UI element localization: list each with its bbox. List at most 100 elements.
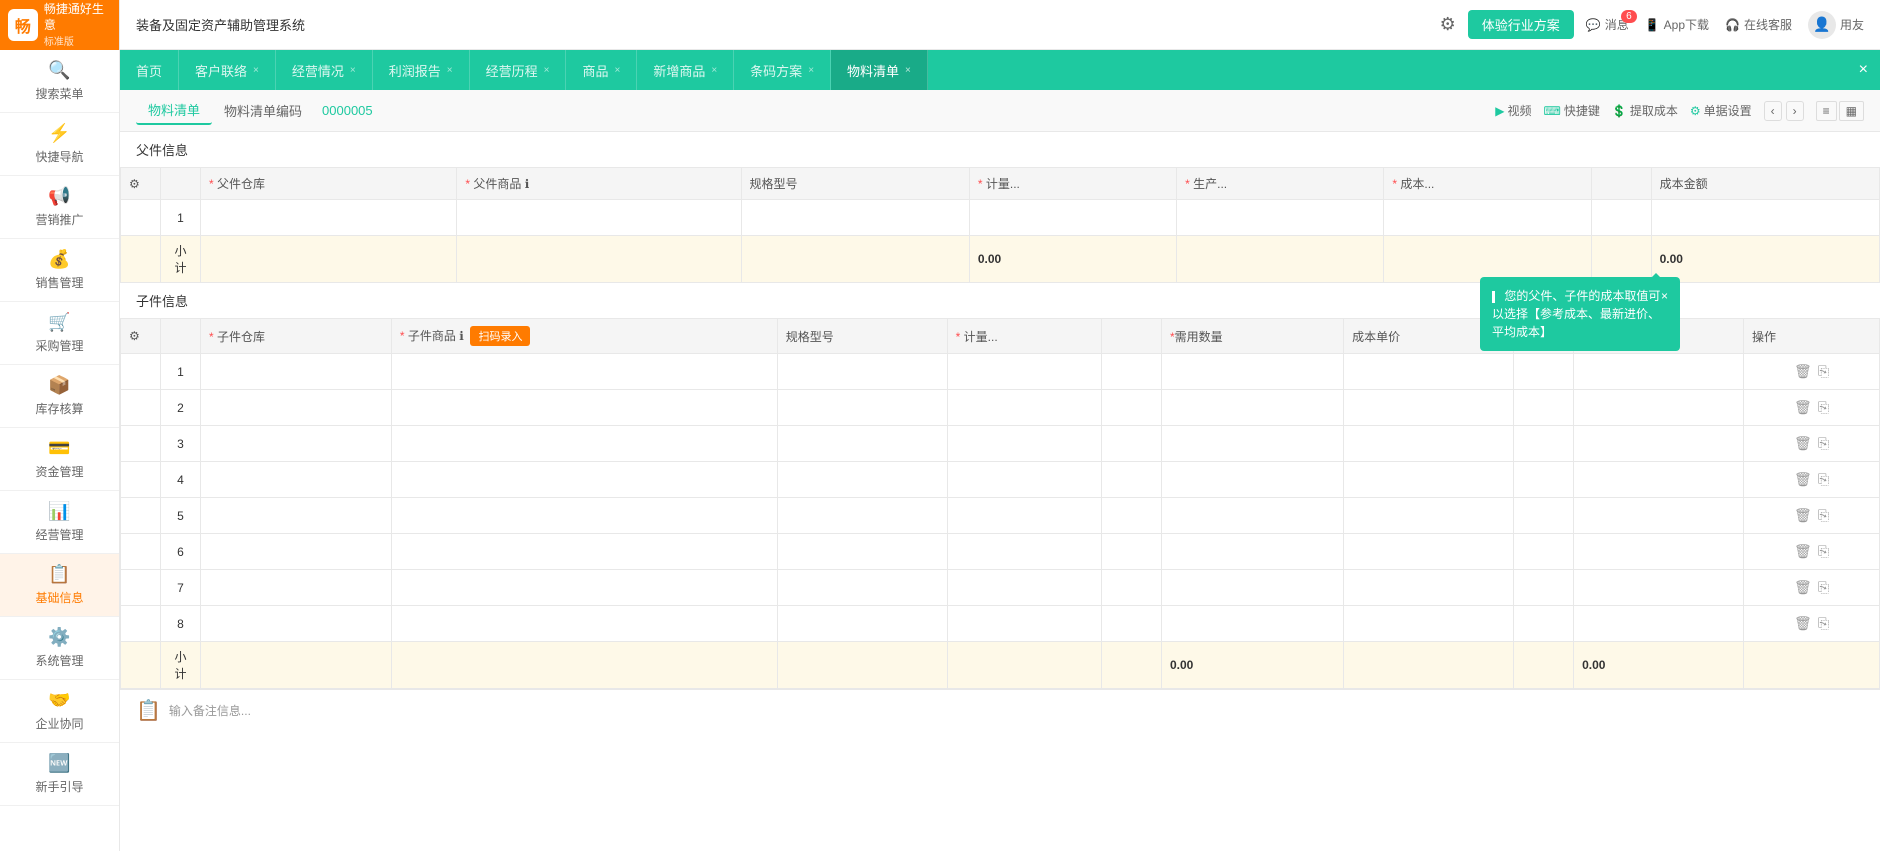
sidebar-item-search[interactable]: 🔍 搜索菜单 [0,50,119,113]
child-row1-copy-btn[interactable]: ⎘ [1818,363,1829,380]
child-row3-copy-btn[interactable]: ⎘ [1818,435,1829,452]
child-row1-product[interactable] [391,354,777,390]
child-row6-product[interactable] [391,534,777,570]
child-row3-warehouse[interactable] [201,426,392,462]
child-row5-unit[interactable] [947,498,1101,534]
child-row3-spec[interactable] [777,426,947,462]
trial-button[interactable]: 体验行业方案 [1468,10,1574,39]
sidebar-item-purchase[interactable]: 🛒 采购管理 [0,302,119,365]
user-btn[interactable]: 👤 用友 [1808,11,1864,39]
child-row6-warehouse[interactable] [201,534,392,570]
child-row4-qty[interactable] [1161,462,1343,498]
tab-business[interactable]: 经营情况 × [276,50,373,90]
child-row7-copy-btn[interactable]: ⎘ [1818,579,1829,596]
scan-input-btn[interactable]: 扫码录入 [470,326,530,346]
child-row2-unit-cost[interactable] [1344,390,1514,426]
sidebar-item-quick-nav[interactable]: ⚡ 快捷导航 [0,113,119,176]
child-row4-copy-btn[interactable]: ⎘ [1818,471,1829,488]
child-row4-spec[interactable] [777,462,947,498]
child-row7-spec[interactable] [777,570,947,606]
child-row2-unit[interactable] [947,390,1101,426]
child-row8-product[interactable] [391,606,777,642]
child-row6-qty[interactable] [1161,534,1343,570]
settings-icon[interactable]: ⚙ [1440,14,1456,35]
child-row7-warehouse[interactable] [201,570,392,606]
child-row1-unit[interactable] [947,354,1101,390]
tab-bom[interactable]: 物料清单 × [831,50,928,90]
child-row8-unit-cost[interactable] [1344,606,1514,642]
tab-profit-close[interactable]: × [447,65,453,76]
child-row1-qty[interactable] [1161,354,1343,390]
child-row7-delete-btn[interactable]: 🗑 [1794,579,1812,596]
child-row5-delete-btn[interactable]: 🗑 [1794,507,1812,524]
view-list-btn[interactable]: ≡ [1816,101,1837,121]
single-settings-action[interactable]: ⚙ 单据设置 [1690,102,1752,119]
child-row6-unit[interactable] [947,534,1101,570]
child-row8-copy-btn[interactable]: ⎘ [1818,615,1829,632]
child-row1-delete-btn[interactable]: 🗑 [1794,363,1812,380]
child-row8-delete-btn[interactable]: 🗑 [1794,615,1812,632]
child-row2-warehouse[interactable] [201,390,392,426]
child-row3-unit-cost[interactable] [1344,426,1514,462]
child-row3-delete-btn[interactable]: 🗑 [1794,435,1812,452]
tooltip-close-btn[interactable]: × [1661,287,1668,305]
child-row3-unit[interactable] [947,426,1101,462]
nav-next-btn[interactable]: › [1786,101,1804,121]
child-row4-product[interactable] [391,462,777,498]
sidebar-item-sales[interactable]: 💰 销售管理 [0,239,119,302]
sidebar-item-marketing[interactable]: 📢 营销推广 [0,176,119,239]
child-row8-warehouse[interactable] [201,606,392,642]
sidebar-item-guide[interactable]: 🆕 新手引导 [0,743,119,806]
child-row7-product[interactable] [391,570,777,606]
child-row2-copy-btn[interactable]: ⎘ [1818,399,1829,416]
child-row3-qty[interactable] [1161,426,1343,462]
sidebar-item-inventory[interactable]: 📦 库存核算 [0,365,119,428]
cost-action[interactable]: 💲 提取成本 [1612,102,1678,119]
child-row5-copy-btn[interactable]: ⎘ [1818,507,1829,524]
parent-row1-cost[interactable] [1384,200,1591,236]
tab-customer-close[interactable]: × [253,65,259,76]
child-row1-warehouse[interactable] [201,354,392,390]
child-row5-warehouse[interactable] [201,498,392,534]
sidebar-item-finance[interactable]: 💳 资金管理 [0,428,119,491]
child-row4-unit[interactable] [947,462,1101,498]
child-row7-unit-cost[interactable] [1344,570,1514,606]
parent-row1-warehouse[interactable] [201,200,457,236]
child-row5-qty[interactable] [1161,498,1343,534]
sidebar-item-basic[interactable]: 📋 基础信息 [0,554,119,617]
child-row5-spec[interactable] [777,498,947,534]
child-row8-unit[interactable] [947,606,1101,642]
sidebar-item-system[interactable]: ⚙️ 系统管理 [0,617,119,680]
child-row5-unit-cost[interactable] [1344,498,1514,534]
tab-new-product[interactable]: 新增商品 × [637,50,734,90]
nav-prev-btn[interactable]: ‹ [1764,101,1782,121]
tab-barcode[interactable]: 条码方案 × [734,50,831,90]
child-row8-qty[interactable] [1161,606,1343,642]
child-row1-spec[interactable] [777,354,947,390]
tab-home[interactable]: 首页 [120,50,179,90]
parent-row1-spec[interactable] [741,200,969,236]
child-row1-unit-cost[interactable] [1344,354,1514,390]
child-row6-spec[interactable] [777,534,947,570]
tab-business-close[interactable]: × [350,65,356,76]
view-grid-btn[interactable]: ▦ [1839,101,1864,121]
child-row6-copy-btn[interactable]: ⎘ [1818,543,1829,560]
child-row6-delete-btn[interactable]: 🗑 [1794,543,1812,560]
tab-profit[interactable]: 利润报告 × [373,50,470,90]
child-row4-warehouse[interactable] [201,462,392,498]
child-row6-unit-cost[interactable] [1344,534,1514,570]
shortcut-action[interactable]: ⌨ 快捷键 [1544,102,1600,119]
tab-barcode-close[interactable]: × [808,65,814,76]
sidebar-item-enterprise[interactable]: 🤝 企业协同 [0,680,119,743]
child-row5-product[interactable] [391,498,777,534]
child-row7-qty[interactable] [1161,570,1343,606]
sidebar-item-operation[interactable]: 📊 经营管理 [0,491,119,554]
parent-row1-unit[interactable] [969,200,1176,236]
child-row3-product[interactable] [391,426,777,462]
tab-product-close[interactable]: × [614,65,620,76]
child-row4-unit-cost[interactable] [1344,462,1514,498]
tab-new-product-close[interactable]: × [711,65,717,76]
child-row7-unit[interactable] [947,570,1101,606]
tab-product[interactable]: 商品 × [566,50,637,90]
service-btn[interactable]: 🎧 在线客服 [1725,16,1792,33]
